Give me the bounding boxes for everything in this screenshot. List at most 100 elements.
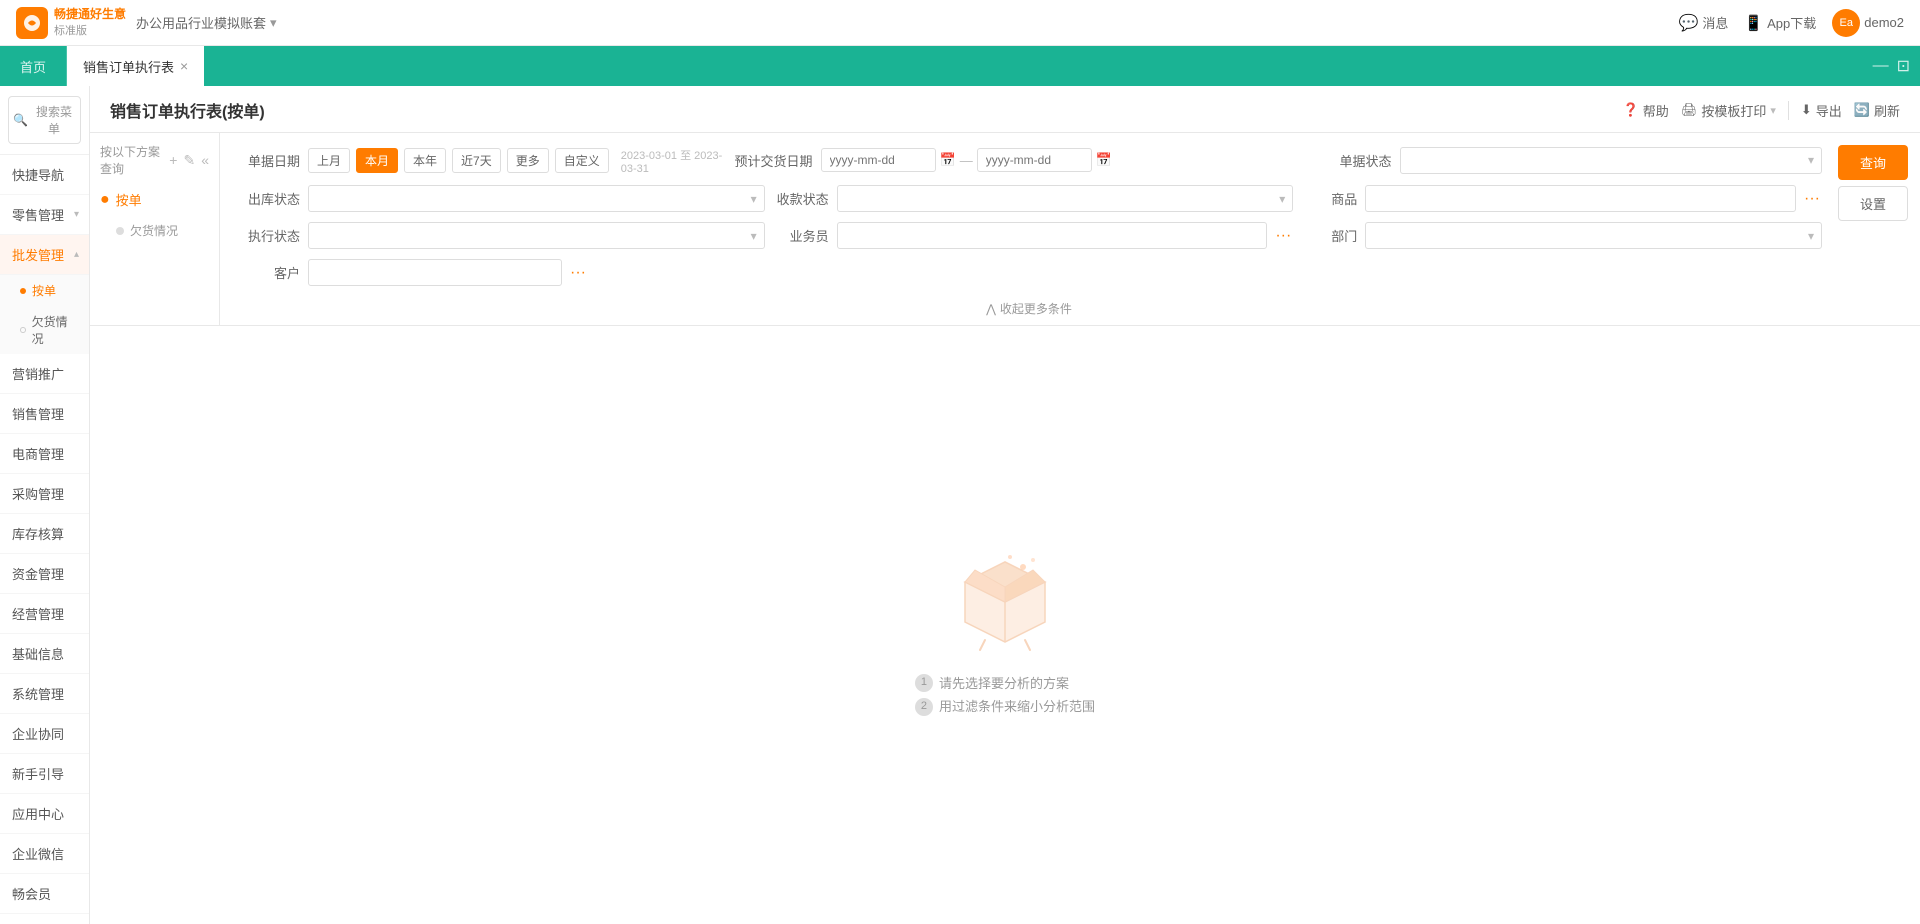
dept-select[interactable] [1365, 222, 1822, 249]
app-download-btn[interactable]: 📱 App下载 [1744, 13, 1816, 32]
salesman-input[interactable] [837, 222, 1268, 249]
payment-status-ctrl: ▾ [837, 185, 1294, 212]
sidebar-item-system[interactable]: 系统管理 [0, 674, 89, 714]
scheme-sub-dot-debt [116, 227, 124, 235]
user-name: demo2 [1864, 15, 1904, 30]
user-area[interactable]: Ea demo2 [1832, 9, 1904, 37]
maximize-icon[interactable]: ⊡ [1897, 56, 1910, 76]
date-btn-7days[interactable]: 近7天 [452, 148, 501, 173]
scheme-collapse-btn[interactable]: « [201, 152, 209, 169]
delivery-date-end-input[interactable] [977, 148, 1092, 172]
minimize-icon[interactable]: — [1873, 57, 1889, 75]
status-label: 单据状态 [1328, 151, 1400, 170]
query-button[interactable]: 查询 [1838, 145, 1908, 180]
sidebar-search-btn[interactable]: 🔍 搜索菜单 [8, 96, 81, 144]
tab-active[interactable]: 销售订单执行表 × [67, 46, 204, 86]
sidebar-item-wholesale[interactable]: 批发管理 ▴ [0, 235, 89, 275]
ecommerce-label: 电商管理 [12, 444, 64, 463]
delivery-status-select[interactable] [308, 185, 765, 212]
tab-home-label: 首页 [20, 57, 46, 76]
sidebar-item-operations[interactable]: 经营管理 [0, 594, 89, 634]
sidebar-item-basic[interactable]: 基础信息 [0, 634, 89, 674]
print-expand-icon: ▾ [1770, 104, 1776, 117]
inventory-label: 库存核算 [12, 524, 64, 543]
delivery-status-label: 出库状态 [236, 189, 308, 208]
refresh-btn[interactable]: 🔄 刷新 [1854, 101, 1900, 120]
date-btn-this-year[interactable]: 本年 [404, 148, 446, 173]
export-btn[interactable]: ⬇ 导出 [1801, 101, 1842, 120]
date-btn-more[interactable]: 更多 [507, 148, 549, 173]
scheme-sub-debt[interactable]: 欠货情况 [90, 216, 219, 245]
delivery-date-end-cal-icon[interactable]: 📅 [1096, 152, 1112, 168]
sidebar-item-corp[interactable]: 企业协同 [0, 714, 89, 754]
sidebar-item-appstore[interactable]: 应用中心 [0, 794, 89, 834]
help-btn[interactable]: ❓ 帮助 [1623, 101, 1669, 120]
sidebar-item-ecommerce[interactable]: 电商管理 [0, 434, 89, 474]
delivery-status-select-wrapper: ▾ [308, 185, 765, 212]
salesman-more-btn[interactable]: ··· [1273, 227, 1293, 245]
export-icon: ⬇ [1801, 102, 1812, 118]
sidebar-item-purchase[interactable]: 采购管理 [0, 474, 89, 514]
customer-more-btn[interactable]: ··· [568, 264, 588, 282]
quick-nav-label: 快捷导航 [12, 165, 64, 184]
logo-area: 畅捷通好生意 标准版 [16, 7, 126, 39]
scheme-edit-btn[interactable]: ✎ [183, 152, 195, 169]
tip-text-1: 请先选择要分析的方案 [939, 672, 1069, 695]
app-title-expand-icon[interactable]: ▾ [270, 15, 277, 31]
tab-close-icon[interactable]: × [180, 59, 188, 73]
goods-more-btn[interactable]: ··· [1802, 190, 1822, 208]
main-filter-area: 按以下方案查询 + ✎ « ● 按单 欠货情况 [90, 133, 1920, 326]
customer-input[interactable] [308, 259, 562, 286]
submenu-item-debt[interactable]: 欠货情况 [0, 306, 89, 354]
sidebar-item-retail[interactable]: 零售管理 ▾ [0, 195, 89, 235]
exec-status-ctrl: ▾ [308, 222, 765, 249]
customer-label: 客户 [236, 263, 308, 282]
message-btn[interactable]: 💬 消息 [1678, 13, 1728, 33]
date-btn-custom[interactable]: 自定义 [555, 148, 609, 173]
status-select[interactable] [1400, 147, 1823, 174]
delivery-date-start-input[interactable] [821, 148, 936, 172]
sidebar-item-finance[interactable]: 资金管理 [0, 554, 89, 594]
dept-select-wrapper: ▾ [1365, 222, 1822, 249]
status-ctrl: ▾ [1400, 147, 1823, 174]
sidebar-item-quick-nav[interactable]: 快捷导航 [0, 155, 89, 195]
print-btn[interactable]: 🖨 按模板打印 ▾ [1681, 101, 1789, 120]
date-btn-last-month[interactable]: 上月 [308, 148, 350, 173]
print-icon: 🖨 [1681, 102, 1698, 118]
action-btns: 查询 设置 [1838, 133, 1920, 325]
refresh-label: 刷新 [1874, 101, 1900, 120]
tab-bar: 首页 销售订单执行表 × — ⊡ [0, 46, 1920, 86]
filter-row-1: 单据日期 上月 本月 本年 近7天 更多 自定义 2023-03-01 至 20… [236, 145, 1822, 175]
delivery-date-start-cal-icon[interactable]: 📅 [940, 152, 956, 168]
scheme-item-order[interactable]: ● 按单 [90, 183, 219, 216]
page-header: 销售订单执行表(按单) ❓ 帮助 🖨 按模板打印 ▾ ⬇ 导出 🔄 刷新 [90, 86, 1920, 133]
date-btn-this-month[interactable]: 本月 [356, 148, 398, 173]
sidebar-item-marketing[interactable]: 营销推广 [0, 354, 89, 394]
sidebar: 🔍 搜索菜单 快捷导航 零售管理 ▾ 批发管理 ▴ 按单 欠货情况 营销 [0, 86, 90, 924]
sidebar-search-label: 搜索菜单 [32, 103, 76, 137]
salesman-label: 业务员 [765, 226, 837, 245]
sidebar-item-newbie[interactable]: 新手引导 [0, 754, 89, 794]
collapse-icon: ⋀ [986, 302, 996, 316]
sidebar-item-inventory[interactable]: 库存核算 [0, 514, 89, 554]
goods-input[interactable] [1365, 185, 1796, 212]
payment-status-label: 收款状态 [765, 189, 837, 208]
retail-label: 零售管理 [12, 205, 64, 224]
goods-label: 商品 [1293, 189, 1365, 208]
sidebar-item-member[interactable]: 畅会员 [0, 874, 89, 914]
scheme-panel: 按以下方案查询 + ✎ « ● 按单 欠货情况 [90, 133, 220, 325]
sidebar-item-sales[interactable]: 销售管理 [0, 394, 89, 434]
dept-label: 部门 [1293, 226, 1365, 245]
submenu-label-order: 按单 [32, 282, 56, 299]
exec-status-select[interactable] [308, 222, 765, 249]
submenu-item-order[interactable]: 按单 [0, 275, 89, 306]
content-body: 按以下方案查询 + ✎ « ● 按单 欠货情况 [90, 133, 1920, 924]
sales-label: 销售管理 [12, 404, 64, 423]
scheme-add-btn[interactable]: + [169, 152, 177, 169]
sidebar-item-corp-wx[interactable]: 企业微信 [0, 834, 89, 874]
tab-home[interactable]: 首页 [0, 46, 67, 86]
payment-status-select[interactable] [837, 185, 1294, 212]
settings-button[interactable]: 设置 [1838, 186, 1908, 221]
message-label: 消息 [1702, 13, 1728, 32]
collapse-btn[interactable]: ⋀ 收起更多条件 [986, 300, 1072, 317]
